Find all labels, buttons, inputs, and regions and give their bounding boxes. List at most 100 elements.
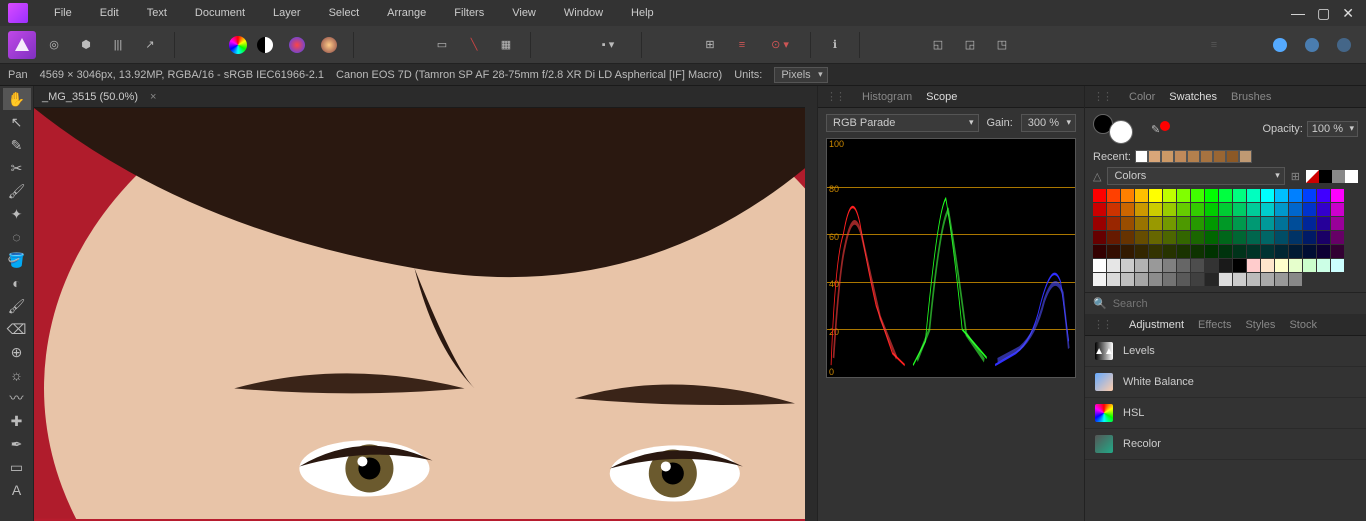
black-swatch[interactable] (1319, 170, 1332, 183)
color-wheel-icon[interactable] (229, 36, 247, 54)
palette-swatch[interactable] (1275, 231, 1288, 244)
canvas[interactable] (34, 108, 805, 521)
document-tab[interactable]: _MG_3515 (50.0%) × (34, 86, 805, 108)
palette-swatch[interactable] (1121, 217, 1134, 230)
palette-swatch[interactable] (1177, 245, 1190, 258)
palette-swatch[interactable] (1205, 245, 1218, 258)
palette-swatch[interactable] (1219, 245, 1232, 258)
paint-brush-tool-icon[interactable]: 🖌 (3, 295, 31, 317)
palette-swatch[interactable] (1261, 189, 1274, 202)
palette-swatch[interactable] (1247, 231, 1260, 244)
persona-export-icon[interactable]: ↗ (136, 31, 164, 59)
palette-swatch[interactable] (1205, 273, 1218, 286)
palette-swatch[interactable] (1135, 259, 1148, 272)
palette-swatch[interactable] (1219, 231, 1232, 244)
menu-layer[interactable]: Layer (259, 3, 315, 23)
eyedrop-color-icon[interactable]: ✎ (1151, 123, 1160, 136)
move-forward-icon[interactable]: ◲ (956, 31, 984, 59)
panel-grip-icon[interactable]: ⋮⋮ (824, 87, 846, 106)
menu-help[interactable]: Help (617, 3, 668, 23)
palette-swatch[interactable] (1163, 245, 1176, 258)
palette-swatch[interactable] (1135, 189, 1148, 202)
panel-grip-icon[interactable]: ⋮⋮ (1091, 315, 1113, 334)
palette-swatch[interactable] (1233, 245, 1246, 258)
palette-swatch[interactable] (1247, 217, 1260, 230)
palette-swatch[interactable] (1219, 259, 1232, 272)
color-circle-icon[interactable] (283, 31, 311, 59)
recent-swatch[interactable] (1135, 150, 1148, 163)
palette-swatch[interactable] (1261, 203, 1274, 216)
contrast-icon[interactable] (251, 31, 279, 59)
palette-swatch[interactable] (1149, 273, 1162, 286)
palette-swatch[interactable] (1205, 203, 1218, 216)
recent-swatch[interactable] (1187, 150, 1200, 163)
palette-swatch[interactable] (1233, 189, 1246, 202)
palette-swatch[interactable] (1205, 217, 1218, 230)
hand-tool-icon[interactable]: ✋ (3, 88, 31, 110)
palette-swatch[interactable] (1093, 217, 1106, 230)
palette-swatch[interactable] (1289, 273, 1302, 286)
palette-swatch[interactable] (1163, 203, 1176, 216)
palette-swatch[interactable] (1205, 259, 1218, 272)
palette-swatch[interactable] (1219, 189, 1232, 202)
palette-swatch[interactable] (1331, 245, 1344, 258)
palette-dropdown[interactable]: Colors (1107, 167, 1284, 185)
palette-swatch[interactable] (1149, 189, 1162, 202)
search-input[interactable] (1113, 298, 1358, 310)
recent-swatch[interactable] (1148, 150, 1161, 163)
palette-swatch[interactable] (1093, 189, 1106, 202)
palette-swatch[interactable] (1177, 189, 1190, 202)
menu-text[interactable]: Text (133, 3, 181, 23)
palette-swatch[interactable] (1107, 273, 1120, 286)
magic-wand-tool-icon[interactable]: ✦ (3, 203, 31, 225)
palette-swatch[interactable] (1177, 217, 1190, 230)
recent-swatch[interactable] (1226, 150, 1239, 163)
palette-swatch[interactable] (1219, 203, 1232, 216)
selection-brush-tool-icon[interactable]: 🖌 (3, 180, 31, 202)
grey-swatch[interactable] (1332, 170, 1345, 183)
tab-effects[interactable]: Effects (1196, 316, 1233, 334)
boolean-intersect-icon[interactable] (1330, 31, 1358, 59)
palette-swatch[interactable] (1093, 273, 1106, 286)
tab-color[interactable]: Color (1127, 88, 1157, 106)
snap-dropdown[interactable]: ⊙ ▾ (760, 31, 800, 59)
palette-swatch[interactable] (1261, 217, 1274, 230)
flood-fill-tool-icon[interactable]: 🪣 (3, 249, 31, 271)
palette-swatch[interactable] (1219, 217, 1232, 230)
palette-swatch[interactable] (1107, 189, 1120, 202)
soft-circle-icon[interactable] (315, 31, 343, 59)
pen-tool-icon[interactable]: ✒ (3, 433, 31, 455)
palette-swatch[interactable] (1219, 273, 1232, 286)
palette-swatch[interactable] (1247, 203, 1260, 216)
tab-styles[interactable]: Styles (1243, 316, 1277, 334)
close-tab-icon[interactable]: × (150, 91, 156, 103)
palette-swatch[interactable] (1303, 189, 1316, 202)
palette-swatch[interactable] (1135, 231, 1148, 244)
window-maximize-icon[interactable]: ▢ (1317, 5, 1330, 22)
palette-swatch[interactable] (1191, 203, 1204, 216)
palette-swatch[interactable] (1247, 273, 1260, 286)
panel-grip-icon[interactable]: ⋮⋮ (1091, 87, 1113, 106)
palette-swatch[interactable] (1163, 217, 1176, 230)
boolean-add-icon[interactable] (1266, 31, 1294, 59)
vertical-scrollbar[interactable] (805, 86, 817, 521)
palette-swatch[interactable] (1317, 259, 1330, 272)
adjustment-recolor[interactable]: Recolor (1085, 429, 1366, 460)
palette-swatch[interactable] (1289, 231, 1302, 244)
persona-develop-icon[interactable]: ⬢ (72, 31, 100, 59)
align-group-icon[interactable]: ≡ (1200, 31, 1228, 59)
palette-swatch[interactable] (1121, 189, 1134, 202)
assistant-icon[interactable]: ℹ (821, 31, 849, 59)
adjustment-levels[interactable]: ▲▲Levels (1085, 336, 1366, 367)
palette-swatch[interactable] (1191, 231, 1204, 244)
palette-swatch[interactable] (1317, 245, 1330, 258)
gain-value-field[interactable]: 300 % (1021, 114, 1076, 132)
boolean-subtract-icon[interactable] (1298, 31, 1326, 59)
palette-swatch[interactable] (1317, 203, 1330, 216)
selection-rect-icon[interactable]: ▭ (428, 31, 456, 59)
palette-swatch[interactable] (1317, 217, 1330, 230)
color-picker-tool-icon[interactable]: ✎ (3, 134, 31, 156)
palette-swatch[interactable] (1289, 245, 1302, 258)
tab-stock[interactable]: Stock (1287, 316, 1319, 334)
menu-file[interactable]: File (40, 3, 86, 23)
